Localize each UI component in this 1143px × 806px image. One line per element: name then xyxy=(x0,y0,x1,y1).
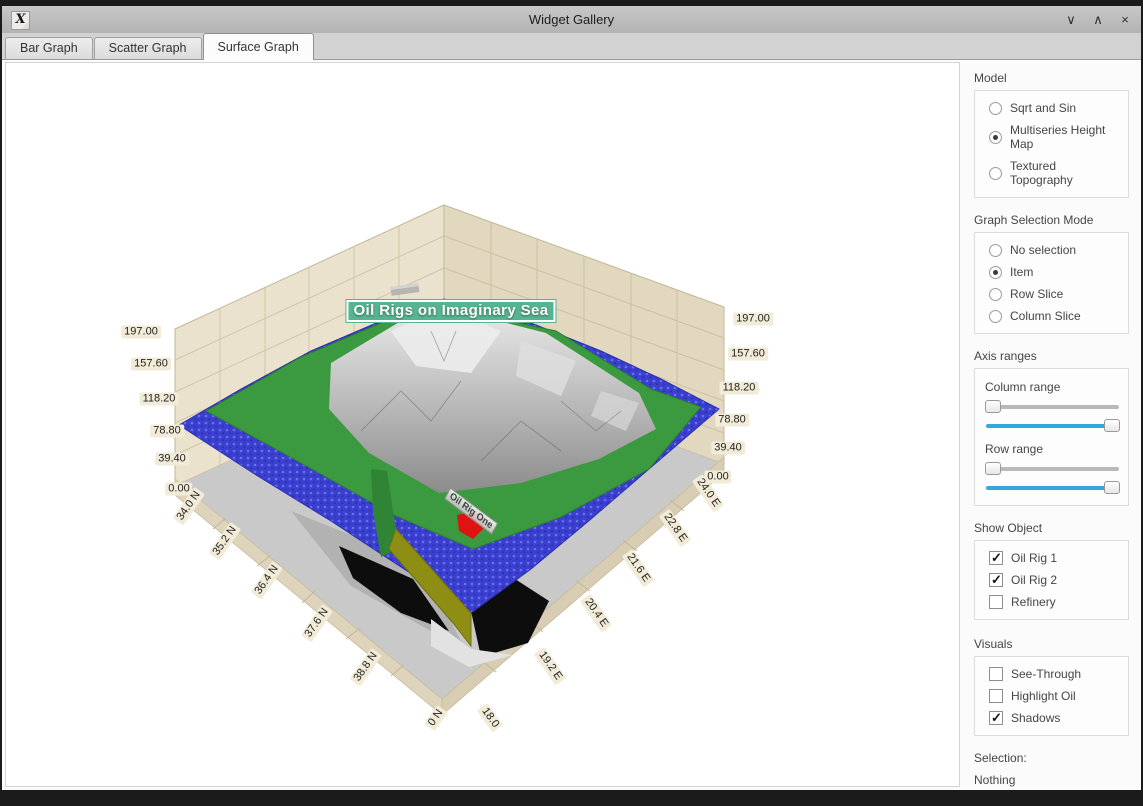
checkbox-icon xyxy=(989,689,1003,703)
tab-bar-graph[interactable]: Bar Graph xyxy=(5,37,93,59)
radio-label: Item xyxy=(1010,265,1033,279)
checkbox-icon xyxy=(989,667,1003,681)
slider-handle[interactable] xyxy=(985,462,1001,475)
checkbox-shadows[interactable]: Shadows xyxy=(989,711,1120,725)
column-range-max-slider[interactable] xyxy=(985,419,1120,433)
radio-icon xyxy=(989,310,1002,323)
elev-right-tick: 39.40 xyxy=(711,442,745,455)
radio-label: Sqrt and Sin xyxy=(1010,101,1076,115)
slider-groove[interactable] xyxy=(986,424,1119,428)
elev-left-tick: 197.00 xyxy=(121,326,161,339)
window-title: Widget Gallery xyxy=(2,12,1141,27)
elev-right-tick: 118.20 xyxy=(720,382,759,395)
column-range-label: Column range xyxy=(985,379,1120,395)
application-window: X Widget Gallery ∨ ∧ × Bar Graph Scatter… xyxy=(0,0,1143,806)
elev-left-tick: 118.20 xyxy=(140,393,179,406)
elev-left-tick: 39.40 xyxy=(155,453,189,466)
chart-title: Oil Rigs on Imaginary Sea xyxy=(346,300,555,322)
show-object-groupbox: Oil Rig 1 Oil Rig 2 Refinery xyxy=(974,540,1129,620)
radio-column-slice[interactable]: Column Slice xyxy=(989,309,1120,323)
tab-surface-graph[interactable]: Surface Graph xyxy=(203,33,314,60)
row-range-min-slider[interactable] xyxy=(985,462,1120,476)
radio-label: No selection xyxy=(1010,243,1076,257)
maximize-icon[interactable]: ∧ xyxy=(1090,12,1106,28)
radio-icon xyxy=(989,102,1002,115)
checkbox-icon xyxy=(989,711,1003,725)
elev-right-tick: 78.80 xyxy=(715,414,749,427)
radio-label: Row Slice xyxy=(1010,287,1063,301)
checkbox-label: Shadows xyxy=(1011,711,1060,725)
elev-left-tick: 78.80 xyxy=(150,425,184,438)
tab-bar: Bar Graph Scatter Graph Surface Graph xyxy=(2,33,1141,60)
model-groupbox: Sqrt and Sin Multiseries Height Map Text… xyxy=(974,90,1129,198)
tab-scatter-graph[interactable]: Scatter Graph xyxy=(94,37,202,59)
checkbox-label: Oil Rig 2 xyxy=(1011,573,1057,587)
selection-value: Nothing xyxy=(974,772,1129,788)
model-section-label: Model xyxy=(974,70,1129,86)
selection-mode-section-label: Graph Selection Mode xyxy=(974,212,1129,228)
surface-graph-view[interactable]: Oil Rigs on Imaginary Sea Oil Rig One 19… xyxy=(5,62,960,787)
radio-icon xyxy=(989,288,1002,301)
elev-right-tick: 157.60 xyxy=(728,348,768,361)
checkbox-oil-rig-1[interactable]: Oil Rig 1 xyxy=(989,551,1120,565)
slider-groove[interactable] xyxy=(986,405,1119,409)
radio-icon xyxy=(989,167,1002,180)
checkbox-see-through[interactable]: See-Through xyxy=(989,667,1120,681)
row-range-label: Row range xyxy=(985,441,1120,457)
radio-sqrt-and-sin[interactable]: Sqrt and Sin xyxy=(989,101,1120,115)
column-range-min-slider[interactable] xyxy=(985,400,1120,414)
slider-handle[interactable] xyxy=(985,400,1001,413)
radio-label: Column Slice xyxy=(1010,309,1081,323)
radio-no-selection[interactable]: No selection xyxy=(989,243,1120,257)
slider-groove[interactable] xyxy=(986,486,1119,490)
radio-label: Multiseries Height Map xyxy=(1010,123,1106,151)
elev-right-tick: 197.00 xyxy=(733,313,773,326)
radio-label: Textured Topography xyxy=(1010,159,1106,187)
slider-handle[interactable] xyxy=(1104,419,1120,432)
selection-label: Selection: xyxy=(974,750,1129,766)
radio-item[interactable]: Item xyxy=(989,265,1120,279)
radio-icon xyxy=(989,244,1002,257)
elev-left-tick: 157.60 xyxy=(131,358,171,371)
window-controls: ∨ ∧ × xyxy=(1063,6,1133,33)
checkbox-icon xyxy=(989,551,1003,565)
axis-ranges-groupbox: Column range Row range xyxy=(974,368,1129,506)
axis-ranges-section-label: Axis ranges xyxy=(974,348,1129,364)
title-bar[interactable]: X Widget Gallery ∨ ∧ × xyxy=(2,6,1141,34)
radio-textured-topography[interactable]: Textured Topography xyxy=(989,159,1120,187)
radio-row-slice[interactable]: Row Slice xyxy=(989,287,1120,301)
minimize-icon[interactable]: ∨ xyxy=(1063,12,1079,28)
visuals-groupbox: See-Through Highlight Oil Shadows xyxy=(974,656,1129,736)
checkbox-highlight-oil[interactable]: Highlight Oil xyxy=(989,689,1120,703)
checkbox-label: Oil Rig 1 xyxy=(1011,551,1057,565)
show-object-section-label: Show Object xyxy=(974,520,1129,536)
slider-groove[interactable] xyxy=(986,467,1119,471)
checkbox-label: See-Through xyxy=(1011,667,1081,681)
selection-mode-groupbox: No selection Item Row Slice Column Slice xyxy=(974,232,1129,334)
content-area: Oil Rigs on Imaginary Sea Oil Rig One 19… xyxy=(2,60,1141,790)
close-icon[interactable]: × xyxy=(1117,12,1133,28)
checkbox-icon xyxy=(989,595,1003,609)
slider-handle[interactable] xyxy=(1104,481,1120,494)
row-range-max-slider[interactable] xyxy=(985,481,1120,495)
radio-multiseries-height-map[interactable]: Multiseries Height Map xyxy=(989,123,1120,151)
control-panel: Model Sqrt and Sin Multiseries Height Ma… xyxy=(974,60,1129,788)
radio-icon xyxy=(989,266,1002,279)
radio-icon xyxy=(989,131,1002,144)
checkbox-label: Refinery xyxy=(1011,595,1056,609)
surface-plot[interactable] xyxy=(6,63,959,786)
visuals-section-label: Visuals xyxy=(974,636,1129,652)
window-icon: X xyxy=(11,11,30,30)
checkbox-label: Highlight Oil xyxy=(1011,689,1076,703)
checkbox-refinery[interactable]: Refinery xyxy=(989,595,1120,609)
checkbox-icon xyxy=(989,573,1003,587)
checkbox-oil-rig-2[interactable]: Oil Rig 2 xyxy=(989,573,1120,587)
